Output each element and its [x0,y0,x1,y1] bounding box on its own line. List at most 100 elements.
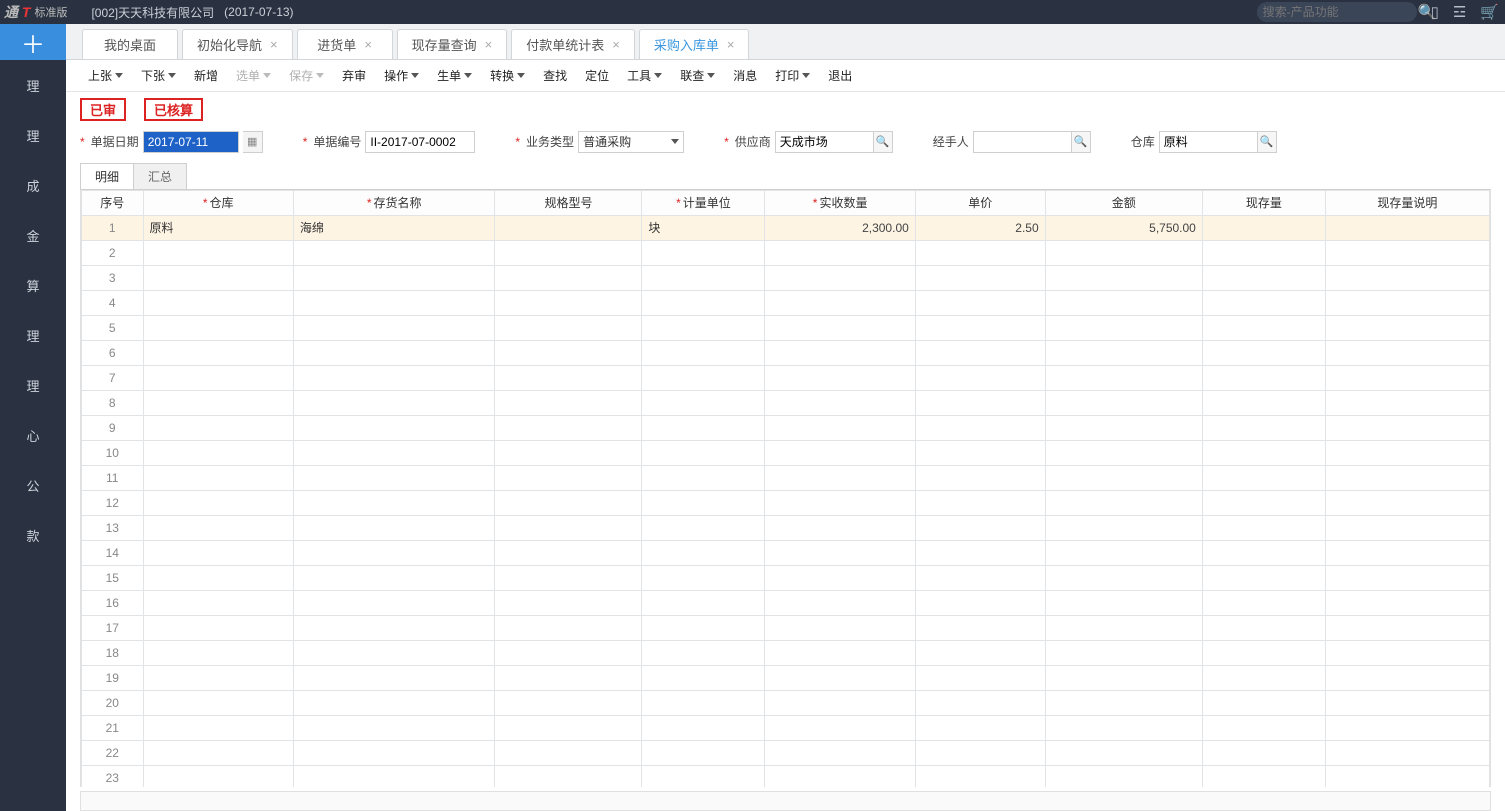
cell[interactable] [1045,365,1202,390]
cell[interactable] [143,565,293,590]
cell[interactable] [495,690,642,715]
cell[interactable] [143,365,293,390]
cell[interactable] [495,765,642,787]
tab-0[interactable]: 我的桌面 [82,29,178,59]
cell[interactable] [642,590,765,615]
cell[interactable] [765,340,915,365]
sidebar-item-7[interactable]: 心 [0,410,66,460]
table-row[interactable]: 3 [82,265,1490,290]
col-0[interactable]: 序号 [82,190,144,215]
cell[interactable] [293,290,495,315]
table-row[interactable]: 6 [82,340,1490,365]
cell[interactable]: 7 [82,365,144,390]
cell[interactable] [915,715,1045,740]
cell[interactable] [765,415,915,440]
cell[interactable] [1325,490,1489,515]
cell[interactable]: 13 [82,515,144,540]
toolbar-新增[interactable]: 新增 [186,64,226,87]
cell[interactable] [143,240,293,265]
cell[interactable] [1325,565,1489,590]
cell[interactable] [293,415,495,440]
cell[interactable] [915,615,1045,640]
cell[interactable] [143,640,293,665]
cell[interactable] [1202,665,1325,690]
cell[interactable] [915,590,1045,615]
col-6[interactable]: 单价 [915,190,1045,215]
cell[interactable] [293,615,495,640]
tab-2[interactable]: 进货单× [297,29,393,59]
cell[interactable] [1045,340,1202,365]
cell[interactable] [495,290,642,315]
cell[interactable] [495,265,642,290]
cell[interactable] [1202,390,1325,415]
cell[interactable] [642,440,765,465]
cell[interactable] [1325,590,1489,615]
cell[interactable] [1202,490,1325,515]
cell[interactable] [1202,615,1325,640]
cell[interactable]: 5 [82,315,144,340]
cell[interactable] [915,240,1045,265]
cell[interactable] [495,565,642,590]
vendor-input[interactable] [775,131,873,153]
cell[interactable] [293,565,495,590]
sidebar-item-5[interactable]: 理 [0,310,66,360]
cell[interactable] [1045,515,1202,540]
cell[interactable] [1325,415,1489,440]
cell[interactable]: 2.50 [915,215,1045,240]
cell[interactable] [143,290,293,315]
toolbar-联查[interactable]: 联查 [672,64,723,87]
cell[interactable]: 8 [82,390,144,415]
toolbar-上张[interactable]: 上张 [80,64,131,87]
cell[interactable] [642,390,765,415]
cell[interactable] [1202,240,1325,265]
toolbar-生单[interactable]: 生单 [429,64,480,87]
cell[interactable] [765,440,915,465]
cell[interactable] [293,440,495,465]
cell[interactable] [1325,540,1489,565]
cell[interactable] [143,615,293,640]
cell[interactable]: 16 [82,590,144,615]
cell[interactable] [1045,465,1202,490]
cell[interactable] [1045,415,1202,440]
cell[interactable] [143,540,293,565]
tab-3[interactable]: 现存量查询× [397,29,508,59]
cell[interactable] [1202,715,1325,740]
cell[interactable]: 23 [82,765,144,787]
cell[interactable] [642,315,765,340]
cell[interactable] [765,365,915,390]
cell[interactable] [293,240,495,265]
cell[interactable]: 4 [82,290,144,315]
cell[interactable] [1202,290,1325,315]
cell[interactable]: 17 [82,615,144,640]
tab-4[interactable]: 付款单统计表× [511,29,635,59]
cell[interactable] [642,290,765,315]
col-1[interactable]: *仓库 [143,190,293,215]
cell[interactable] [143,415,293,440]
table-row[interactable]: 17 [82,615,1490,640]
cell[interactable] [1325,265,1489,290]
cell[interactable] [1045,665,1202,690]
cell[interactable] [1325,365,1489,390]
cell[interactable] [143,715,293,740]
cell[interactable] [915,290,1045,315]
cell[interactable] [1045,315,1202,340]
cell[interactable] [915,540,1045,565]
cell[interactable] [1202,465,1325,490]
table-row[interactable]: 23 [82,765,1490,787]
cell[interactable] [495,465,642,490]
toolbar-消息[interactable]: 消息 [725,64,765,87]
sidebar-item-8[interactable]: 公 [0,460,66,510]
cell[interactable] [1045,440,1202,465]
table-row[interactable]: 18 [82,640,1490,665]
close-icon[interactable]: × [727,37,735,52]
cell[interactable] [642,690,765,715]
cell[interactable]: 2,300.00 [765,215,915,240]
cell[interactable] [1325,440,1489,465]
cell[interactable]: 11 [82,465,144,490]
cell[interactable]: 15 [82,565,144,590]
sidebar-item-2[interactable]: 成 [0,160,66,210]
cell[interactable] [1045,765,1202,787]
table-row[interactable]: 5 [82,315,1490,340]
biz-type-select[interactable]: 普通采购 [578,131,684,153]
cell[interactable]: 18 [82,640,144,665]
